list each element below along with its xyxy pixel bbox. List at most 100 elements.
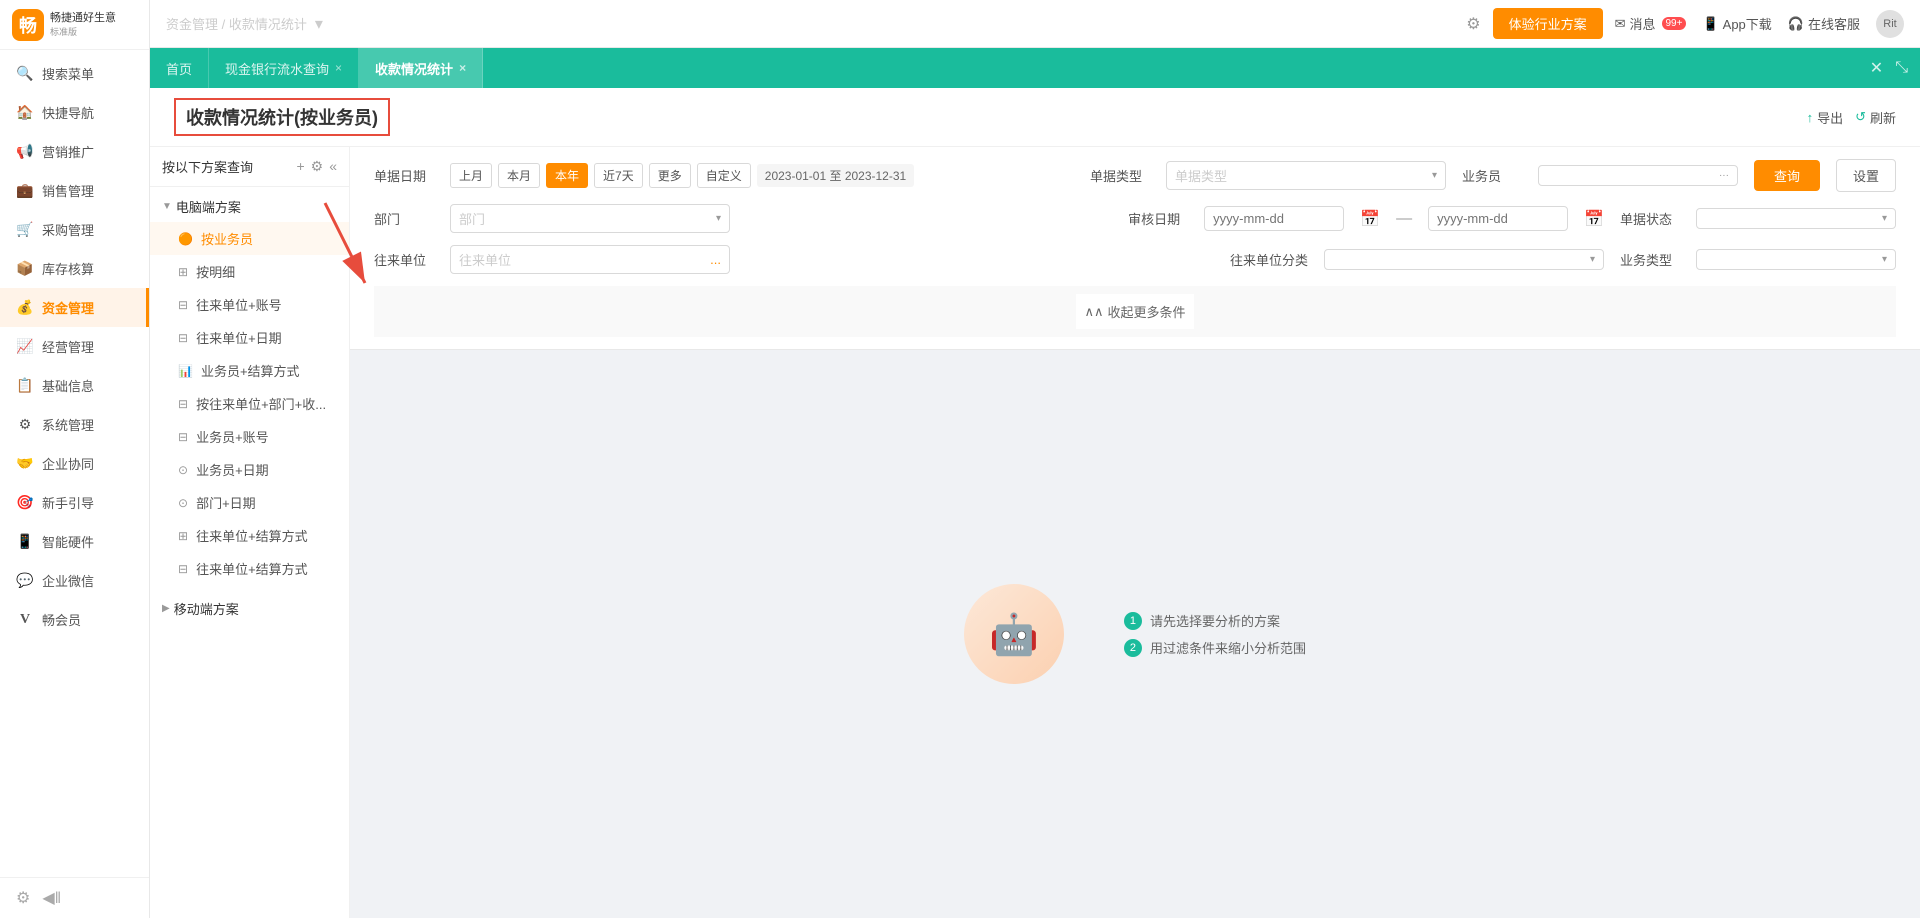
settings-bottom-icon[interactable]: ⚙ (16, 888, 30, 908)
sidebar-item-system[interactable]: ⚙ 系统管理 (0, 405, 149, 444)
date-btn-more[interactable]: 更多 (649, 163, 691, 188)
refresh-label: 刷新 (1870, 108, 1896, 127)
scheme-desktop-title[interactable]: ▼ 电脑端方案 (150, 191, 349, 222)
sidebar-item-member[interactable]: V 畅会员 (0, 600, 149, 639)
topbar-path: 资金管理 / 收款情况统计 (166, 14, 307, 33)
counterpart-select[interactable]: 往来单位 ... (450, 245, 730, 274)
sidebar-item-marketing[interactable]: 📢 营销推广 (0, 132, 149, 171)
topbar-dropdown-icon[interactable]: ▾ (315, 14, 323, 34)
sidebar-item-basic-info[interactable]: 📋 基础信息 (0, 366, 149, 405)
scheme-item-by-salesperson[interactable]: 🟠 按业务员 (150, 222, 349, 255)
scheme-item-unit-dept[interactable]: ⊟ 按往来单位+部门+收... (150, 387, 349, 420)
biz-type-select[interactable]: ▾ (1696, 249, 1896, 270)
sidebar-item-label: 企业协同 (42, 454, 94, 473)
purchase-icon: 🛒 (16, 221, 34, 238)
calendar-icon-end[interactable]: 📅 (1584, 209, 1604, 229)
content-body: 按以下方案查询 + ⚙ « ▼ 电脑端方案 🟠 按业务员 (150, 147, 1920, 918)
trial-btn[interactable]: 体验行业方案 (1493, 8, 1603, 39)
setting-scheme-icon[interactable]: ⚙ (311, 158, 324, 175)
query-btn[interactable]: 查询 (1754, 160, 1820, 191)
scheme-icon-9: ⊙ (178, 496, 188, 510)
scheme-item-sales-account[interactable]: ⊟ 业务员+账号 (150, 420, 349, 453)
date-btn-custom[interactable]: 自定义 (697, 163, 751, 188)
scheme-item-label: 业务员+账号 (196, 427, 269, 446)
tab-bank-flow[interactable]: 现金银行流水查询 × (209, 48, 359, 88)
collapse-sidebar-icon[interactable]: ◀‖ (42, 888, 61, 908)
scheme-icon-6: ⊟ (178, 397, 188, 411)
salesperson-label: 业务员 (1462, 166, 1522, 185)
tab-home[interactable]: 首页 (150, 48, 209, 88)
tab-bank-flow-label: 现金银行流水查询 (225, 59, 329, 78)
sidebar-item-label: 采购管理 (42, 220, 94, 239)
mobile-expand-arrow-icon: ▶ (162, 603, 170, 614)
scheme-item-unit-date[interactable]: ⊟ 往来单位+日期 (150, 321, 349, 354)
date-btn-this-month[interactable]: 本月 (498, 163, 540, 188)
sidebar-item-label: 搜索菜单 (42, 64, 94, 83)
review-date-start[interactable] (1204, 206, 1344, 231)
counterpart-more-icon[interactable]: ... (710, 252, 721, 267)
sidebar-item-collab[interactable]: 🤝 企业协同 (0, 444, 149, 483)
review-date-end[interactable] (1428, 206, 1568, 231)
gear-icon[interactable]: ⚙ (1466, 14, 1480, 34)
sidebar-item-hardware[interactable]: 📱 智能硬件 (0, 522, 149, 561)
counterpart-category-select[interactable]: ▾ (1324, 249, 1604, 270)
sidebar-item-quicknav[interactable]: 🏠 快捷导航 (0, 93, 149, 132)
dept-select[interactable]: 部门 ▾ (450, 204, 730, 233)
filter-row-1: 单据日期 上月 本月 本年 近7天 更多 自定义 2023-01-01 至 20… (374, 159, 1896, 192)
set-btn[interactable]: 设置 (1836, 159, 1896, 192)
scheme-item-unit-settle1[interactable]: ⊞ 往来单位+结算方式 (150, 519, 349, 552)
page-header: 收款情况统计(按业务员) ↑ 导出 ↺ 刷新 (150, 88, 1920, 147)
sidebar-item-guide[interactable]: 🎯 新手引导 (0, 483, 149, 522)
page-title: 收款情况统计(按业务员) (174, 98, 390, 136)
sidebar-item-inventory[interactable]: 📦 库存核算 (0, 249, 149, 288)
sidebar-item-sales[interactable]: 💼 销售管理 (0, 171, 149, 210)
scheme-icon-2: ⊞ (178, 265, 188, 279)
main-area: 资金管理 / 收款情况统计 ▾ ⚙ 体验行业方案 ✉ 消息 99+ 📱 App下… (150, 0, 1920, 918)
sidebar-item-purchase[interactable]: 🛒 采购管理 (0, 210, 149, 249)
scheme-item-dept-date[interactable]: ⊙ 部门+日期 (150, 486, 349, 519)
scheme-panel-header: 按以下方案查询 + ⚙ « (150, 147, 349, 187)
add-scheme-icon[interactable]: + (296, 158, 304, 175)
online-service-group[interactable]: 🎧 在线客服 (1788, 14, 1860, 33)
doc-status-select[interactable]: ▾ (1696, 208, 1896, 229)
scheme-icon-8: ⊙ (178, 463, 188, 477)
app-download-group[interactable]: 📱 App下载 (1702, 14, 1771, 33)
scheme-icon-10: ⊞ (178, 529, 188, 543)
scheme-mobile-title[interactable]: ▶ 移动端方案 (150, 593, 349, 624)
sidebar-nav: 🔍 搜索菜单 🏠 快捷导航 📢 营销推广 💼 销售管理 🛒 采购管理 📦 库存核… (0, 50, 149, 877)
sales-icon: 💼 (16, 182, 34, 199)
tab-close-window-icon[interactable]: ✕ (1870, 58, 1883, 78)
sidebar-item-search[interactable]: 🔍 搜索菜单 (0, 54, 149, 93)
date-btn-this-year[interactable]: 本年 (546, 163, 588, 188)
avatar[interactable]: Rit (1876, 10, 1904, 38)
export-btn[interactable]: ↑ 导出 (1807, 108, 1844, 127)
tab-collection-stats-close[interactable]: × (459, 61, 466, 75)
sidebar-item-wechat[interactable]: 💬 企业微信 (0, 561, 149, 600)
sidebar-item-finance[interactable]: 💰 资金管理 (0, 288, 149, 327)
calendar-icon-start[interactable]: 📅 (1360, 209, 1380, 229)
collapse-scheme-icon[interactable]: « (329, 158, 337, 175)
scheme-item-unit-account[interactable]: ⊟ 往来单位+账号 (150, 288, 349, 321)
scheme-item-sales-date[interactable]: ⊙ 业务员+日期 (150, 453, 349, 486)
scheme-item-sales-settle[interactable]: 📊 业务员+结算方式 (150, 354, 349, 387)
tab-collection-stats[interactable]: 收款情况统计 × (359, 48, 483, 88)
doc-type-select[interactable]: 单据类型 ▾ (1166, 161, 1446, 190)
refresh-btn[interactable]: ↺ 刷新 (1855, 108, 1896, 127)
filter-row-3: 往来单位 往来单位 ... 往来单位分类 ▾ 业务类型 (374, 245, 1896, 274)
date-btn-7days[interactable]: 近7天 (594, 163, 643, 188)
sidebar-item-operations[interactable]: 📈 经营管理 (0, 327, 149, 366)
salesperson-select[interactable]: ··· (1538, 165, 1738, 186)
sidebar: 畅 畅捷通好生意 标准版 🔍 搜索菜单 🏠 快捷导航 📢 营销推广 💼 销售管理… (0, 0, 150, 918)
topbar-search-area: 资金管理 / 收款情况统计 ▾ (166, 14, 1454, 34)
scheme-item-unit-settle2[interactable]: ⊟ 往来单位+结算方式 (150, 552, 349, 585)
date-btn-last-month[interactable]: 上月 (450, 163, 492, 188)
collapse-btn[interactable]: ∧∧ 收起更多条件 (1076, 294, 1193, 329)
scheme-item-label: 往来单位+结算方式 (196, 526, 308, 545)
collapse-chevron-icon: ∧∧ (1084, 304, 1103, 320)
scheme-icon-4: ⊟ (178, 331, 188, 345)
tab-bank-flow-close[interactable]: × (335, 61, 342, 75)
messages-icon-group[interactable]: ✉ 消息 99+ (1615, 14, 1687, 33)
tab-maximize-icon[interactable]: ⤡ (1895, 59, 1908, 77)
scheme-item-detail[interactable]: ⊞ 按明细 (150, 255, 349, 288)
empty-instructions: 1 请先选择要分析的方案 2 用过滤条件来缩小分析范围 (1124, 611, 1306, 657)
